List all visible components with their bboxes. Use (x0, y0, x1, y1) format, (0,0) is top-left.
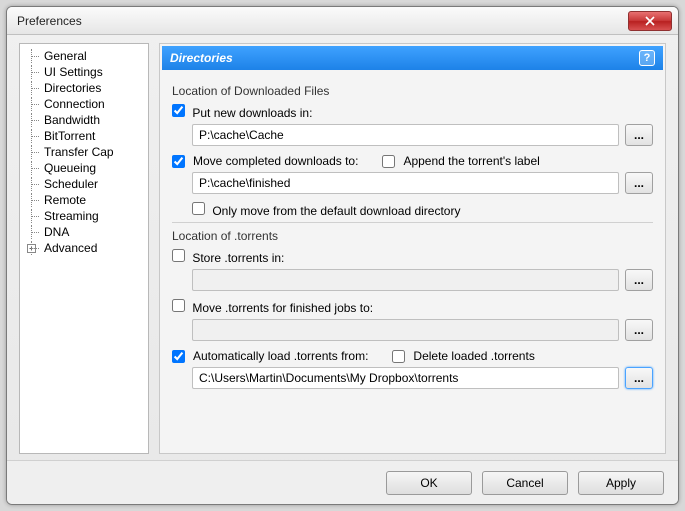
tree-connector (24, 177, 40, 191)
store-torrents-checkbox[interactable] (172, 249, 185, 262)
autoload-torrents-label[interactable]: Automatically load .torrents from: (172, 349, 368, 363)
tree-connector (24, 81, 40, 95)
append-label-checkbox[interactable] (382, 155, 395, 168)
sidebar-item-label: General (44, 49, 87, 63)
move-torrents-path[interactable] (192, 319, 619, 341)
tree-connector (24, 209, 40, 223)
panel-body: Location of Downloaded Files Put new dow… (162, 70, 663, 451)
main-panel: Directories ? Location of Downloaded Fil… (159, 43, 666, 454)
sidebar-item-label: Scheduler (44, 177, 98, 191)
browse-move-torrents-button[interactable]: ... (625, 319, 653, 341)
close-button[interactable] (628, 11, 672, 31)
browse-autoload-button[interactable]: ... (625, 367, 653, 389)
move-torrents-checkbox[interactable] (172, 299, 185, 312)
sidebar-item-label: DNA (44, 225, 69, 239)
tree-connector (24, 129, 40, 143)
footer: OK Cancel Apply (7, 460, 678, 504)
preferences-window: Preferences General UI Settings Directorie… (6, 6, 679, 505)
move-completed-path[interactable] (192, 172, 619, 194)
tree-connector (24, 113, 40, 127)
sidebar-item-label: Remote (44, 193, 86, 207)
autoload-torrents-checkbox[interactable] (172, 350, 185, 363)
put-new-downloads-checkbox[interactable] (172, 104, 185, 117)
separator (172, 222, 653, 223)
ok-button[interactable]: OK (386, 471, 472, 495)
put-new-downloads-label[interactable]: Put new downloads in: (172, 104, 312, 120)
autoload-torrents-path[interactable] (192, 367, 619, 389)
panel-header: Directories ? (162, 46, 663, 70)
sidebar-item-label: UI Settings (44, 65, 103, 79)
panel-title: Directories (170, 51, 233, 65)
tree-connector (24, 65, 40, 79)
window-body: General UI Settings Directories Connection B… (7, 35, 678, 460)
sidebar-item-scheduler[interactable]: Scheduler (22, 176, 146, 192)
sidebar-item-connection[interactable]: Connection (22, 96, 146, 112)
sidebar-item-advanced[interactable]: + Advanced (22, 240, 146, 256)
only-move-default-checkbox[interactable] (192, 202, 205, 215)
store-torrents-path[interactable] (192, 269, 619, 291)
apply-button[interactable]: Apply (578, 471, 664, 495)
move-completed-checkbox[interactable] (172, 155, 185, 168)
section-downloaded-label: Location of Downloaded Files (172, 84, 653, 98)
tree-connector (24, 225, 40, 239)
sidebar-item-directories[interactable]: Directories (22, 80, 146, 96)
store-torrents-label[interactable]: Store .torrents in: (172, 249, 284, 265)
tree-connector (24, 49, 40, 63)
only-move-default-label[interactable]: Only move from the default download dire… (192, 202, 460, 218)
browse-move-completed-button[interactable]: ... (625, 172, 653, 194)
sidebar-item-label: Connection (44, 97, 105, 111)
sidebar-item-label: Transfer Cap (44, 145, 114, 159)
help-icon[interactable]: ? (639, 50, 655, 66)
tree-connector (24, 161, 40, 175)
append-label-label[interactable]: Append the torrent's label (382, 154, 539, 168)
sidebar-item-label: Queueing (44, 161, 96, 175)
window-title: Preferences (17, 14, 628, 28)
sidebar-item-bittorrent[interactable]: BitTorrent (22, 128, 146, 144)
cancel-button[interactable]: Cancel (482, 471, 568, 495)
sidebar-item-remote[interactable]: Remote (22, 192, 146, 208)
delete-loaded-checkbox[interactable] (392, 350, 405, 363)
move-completed-label[interactable]: Move completed downloads to: (172, 154, 358, 168)
sidebar: General UI Settings Directories Connection B… (19, 43, 149, 454)
expand-icon[interactable]: + (27, 244, 36, 253)
delete-loaded-label[interactable]: Delete loaded .torrents (392, 349, 534, 363)
titlebar[interactable]: Preferences (7, 7, 678, 35)
sidebar-item-transfer-cap[interactable]: Transfer Cap (22, 144, 146, 160)
browse-put-new-button[interactable]: ... (625, 124, 653, 146)
browse-store-torrents-button[interactable]: ... (625, 269, 653, 291)
sidebar-item-dna[interactable]: DNA (22, 224, 146, 240)
sidebar-item-label: BitTorrent (44, 129, 95, 143)
section-torrents-label: Location of .torrents (172, 229, 653, 243)
tree-connector: + (24, 241, 40, 255)
sidebar-item-bandwidth[interactable]: Bandwidth (22, 112, 146, 128)
put-new-downloads-path[interactable] (192, 124, 619, 146)
sidebar-item-ui-settings[interactable]: UI Settings (22, 64, 146, 80)
sidebar-item-label: Bandwidth (44, 113, 100, 127)
sidebar-item-queueing[interactable]: Queueing (22, 160, 146, 176)
tree-connector (24, 97, 40, 111)
sidebar-item-general[interactable]: General (22, 48, 146, 64)
tree-connector (24, 193, 40, 207)
sidebar-item-label: Directories (44, 81, 101, 95)
sidebar-item-streaming[interactable]: Streaming (22, 208, 146, 224)
close-icon (645, 16, 655, 26)
tree-connector (24, 145, 40, 159)
sidebar-item-label: Streaming (44, 209, 99, 223)
move-torrents-label[interactable]: Move .torrents for finished jobs to: (172, 299, 373, 315)
sidebar-item-label: Advanced (44, 241, 97, 255)
